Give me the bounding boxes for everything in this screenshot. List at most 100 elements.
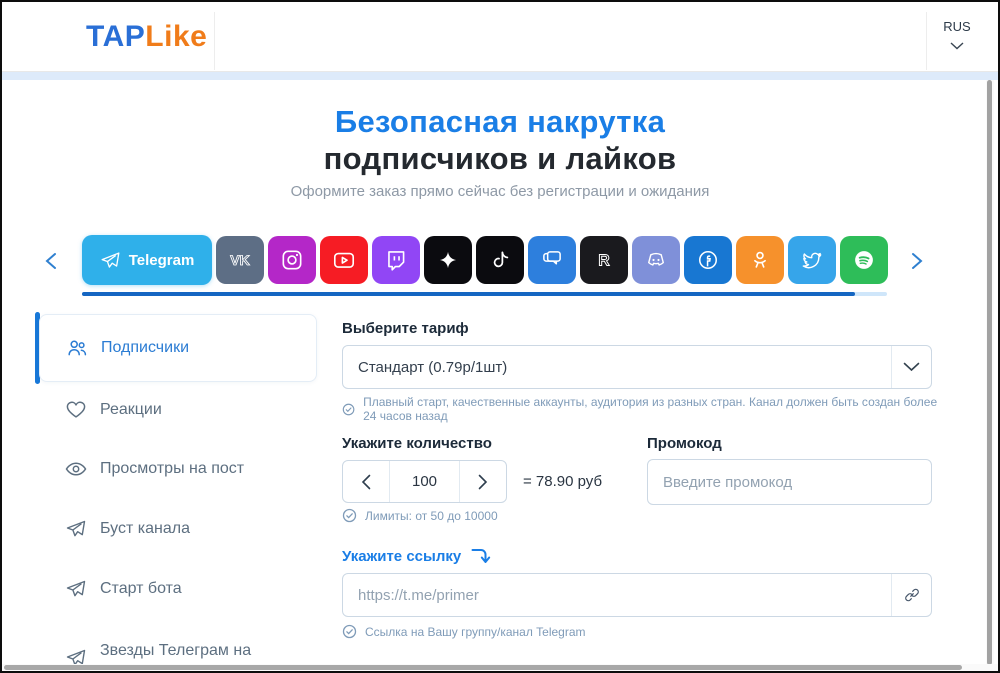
chevron-left-icon <box>361 474 371 489</box>
promo-field-box <box>647 459 932 505</box>
vertical-scrollbar[interactable] <box>986 80 994 667</box>
twitter-bird-icon <box>802 252 822 269</box>
network-tile-yappy[interactable] <box>424 236 472 284</box>
network-tile-instagram[interactable] <box>268 236 316 284</box>
page-title-line2: подписчиков и лайков <box>323 141 677 176</box>
instagram-icon <box>282 250 302 270</box>
network-tile-tiktok[interactable] <box>476 236 524 284</box>
tariff-select-chevron-area[interactable] <box>891 346 931 388</box>
sidebar-item-label: Подписчики <box>101 339 190 356</box>
link-input[interactable] <box>343 586 891 604</box>
telegram-plane-icon <box>101 251 120 268</box>
sidebar-item-telegram-stars[interactable]: Звезды Телеграм на <box>39 635 317 667</box>
sidebar-item-channel-boost[interactable]: Буст канала <box>39 513 317 545</box>
sidebar-item-label: Буст канала <box>100 520 190 537</box>
network-telegram-active[interactable]: Telegram <box>82 235 212 285</box>
network-tile-twitter[interactable] <box>788 236 836 284</box>
users-icon <box>68 340 87 356</box>
network-tile-facebook[interactable] <box>684 236 732 284</box>
carousel-scrollbar[interactable] <box>82 292 887 296</box>
network-tile-twitch[interactable] <box>372 236 420 284</box>
header-accent-strip <box>2 72 998 80</box>
page-subtitle: Оформите заказ прямо сейчас без регистра… <box>290 183 710 200</box>
sidebar-item-label: Старт бота <box>100 580 182 597</box>
tariff-note: Плавный старт, качественные аккаунты, ау… <box>342 395 942 423</box>
network-tile-chat[interactable] <box>528 236 576 284</box>
header-divider-left <box>214 12 215 70</box>
page: TAPLike RUS Безопасная накрутка подписчи… <box>0 0 1000 673</box>
link-label: Укажите ссылку <box>342 547 491 565</box>
network-tile-vk[interactable]: VK <box>216 236 264 284</box>
tiktok-icon <box>493 251 509 268</box>
link-note-text: Ссылка на Вашу группу/канал Telegram <box>365 624 586 639</box>
paper-plane-icon <box>66 580 86 597</box>
youtube-icon <box>333 252 355 268</box>
discord-icon <box>648 252 664 266</box>
calculated-price: = 78.90 руб <box>523 473 603 490</box>
header-divider-right <box>926 12 927 70</box>
sidebar-item-bot-start[interactable]: Старт бота <box>39 573 317 605</box>
horizontal-scrollbar[interactable] <box>2 664 998 671</box>
sidebar-item-label: Звезды Телеграм на <box>100 642 252 659</box>
chevron-left-icon <box>45 253 56 269</box>
quantity-input[interactable] <box>394 473 455 490</box>
network-telegram-label: Telegram <box>128 251 195 269</box>
network-tile-youtube[interactable] <box>320 236 368 284</box>
tariff-select[interactable]: Стандарт (0.79р/1шт) <box>342 345 932 389</box>
network-tile-ok[interactable] <box>736 236 784 284</box>
link-label-text: Укажите ссылку <box>342 547 462 565</box>
vk-icon: VK <box>230 251 251 268</box>
promo-label: Промокод <box>647 435 722 452</box>
quantity-increase-button[interactable] <box>460 461 506 502</box>
sidebar-item-post-views[interactable]: Просмотры на пост <box>39 453 317 485</box>
header: TAPLike RUS <box>2 2 998 72</box>
logo-part-like: Like <box>145 20 208 53</box>
tariff-selected-value: Стандарт (0.79р/1шт) <box>358 358 508 376</box>
language-code: RUS <box>943 19 971 34</box>
horizontal-scrollbar-thumb[interactable] <box>4 665 962 670</box>
carousel-prev-button[interactable] <box>38 248 64 274</box>
logo[interactable]: TAPLike <box>86 20 207 54</box>
chat-bubbles-icon <box>543 251 561 265</box>
quantity-stepper <box>342 460 507 503</box>
link-chain-icon <box>904 588 919 602</box>
sidebar-item-subscribers[interactable]: Подписчики <box>39 314 317 382</box>
link-note: Ссылка на Вашу группу/канал Telegram <box>342 624 586 639</box>
sidebar-item-reactions[interactable]: Реакции <box>39 394 317 426</box>
limits-note: Лимиты: от 50 до 10000 <box>342 508 498 523</box>
chevron-right-icon <box>478 474 488 489</box>
network-tile-spotify[interactable] <box>840 236 888 284</box>
promo-input[interactable] <box>648 473 931 491</box>
facebook-icon <box>699 251 717 269</box>
rutube-icon: R <box>598 252 610 270</box>
limits-note-text: Лимиты: от 50 до 10000 <box>365 508 498 523</box>
svg-text:R: R <box>598 252 609 269</box>
chevron-right-icon <box>912 253 923 269</box>
network-tile-rutube[interactable]: R <box>580 236 628 284</box>
tariff-label: Выберите тариф <box>342 320 469 337</box>
quantity-label: Укажите количество <box>342 435 492 452</box>
spotify-icon <box>855 251 873 269</box>
check-circle-icon <box>342 403 355 415</box>
quantity-decrease-button[interactable] <box>343 461 389 502</box>
network-tile-discord[interactable] <box>632 236 680 284</box>
twitch-icon <box>388 251 405 271</box>
quantity-value-cell <box>389 461 460 502</box>
chevron-down-icon <box>950 42 964 50</box>
link-field-box <box>342 573 932 617</box>
arrow-curve-down-icon <box>471 549 491 563</box>
chevron-down-icon <box>903 362 920 372</box>
yappy-sparkle-icon <box>439 251 457 269</box>
logo-part-tap: TAP <box>86 20 146 53</box>
link-icon-area[interactable] <box>891 574 931 616</box>
sidebar-item-label: Просмотры на пост <box>100 460 245 477</box>
eye-icon <box>65 462 87 476</box>
svg-text:VK: VK <box>230 252 250 268</box>
language-selector[interactable]: RUS <box>928 14 986 66</box>
check-circle-icon <box>342 508 357 523</box>
vertical-scrollbar-thumb[interactable] <box>987 80 992 665</box>
carousel-next-button[interactable] <box>904 248 930 274</box>
tariff-note-text: Плавный старт, качественные аккаунты, ау… <box>363 395 938 423</box>
carousel-scrollbar-thumb[interactable] <box>82 292 855 296</box>
heart-icon <box>66 401 86 418</box>
